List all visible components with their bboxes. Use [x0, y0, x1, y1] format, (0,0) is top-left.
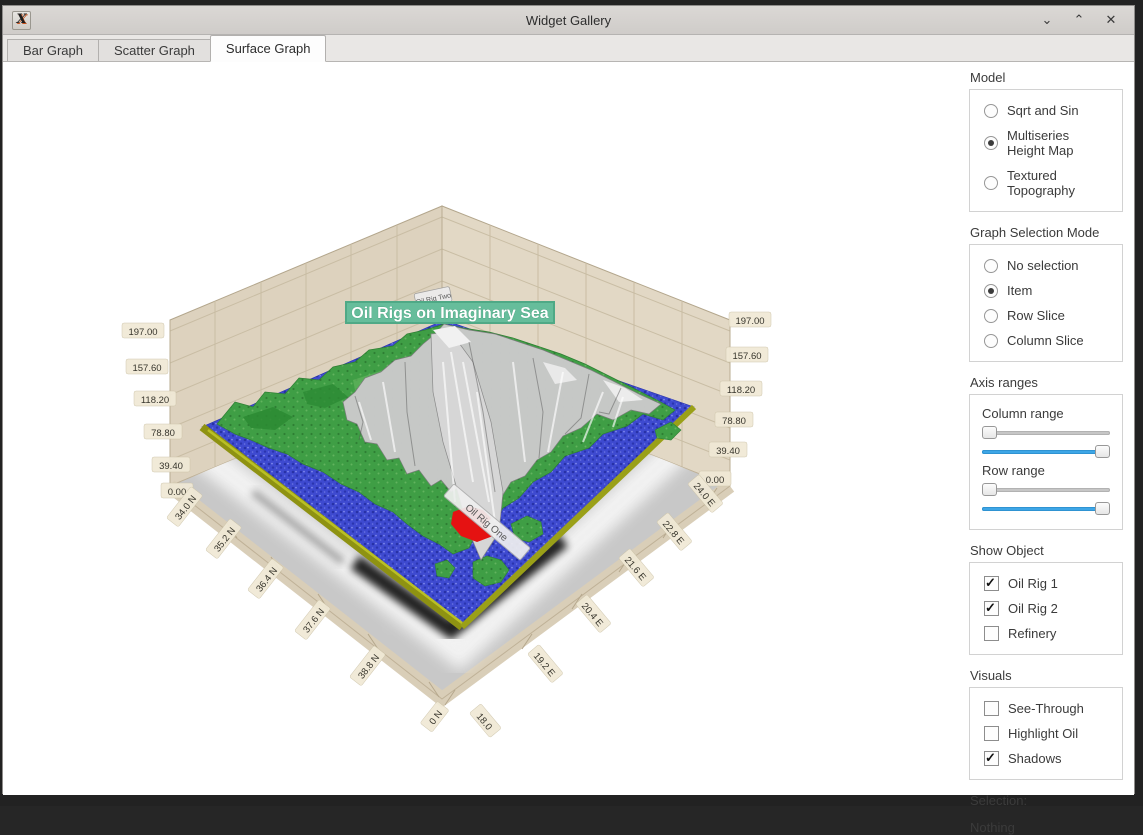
show-object-group: Oil Rig 1 Oil Rig 2 Refinery [969, 562, 1123, 655]
radio-icon[interactable] [984, 104, 998, 118]
column-range-label: Column range [982, 406, 1112, 421]
tab-bar-graph[interactable]: Bar Graph [7, 39, 99, 61]
radio-item[interactable]: Item [984, 283, 1112, 298]
slider-track-filled[interactable] [982, 450, 1110, 454]
column-range-max-slider[interactable] [982, 444, 1110, 459]
model-group: Sqrt and Sin Multiseries Height Map Text… [969, 89, 1123, 212]
height-tick: 78.80 [722, 416, 746, 427]
selection-mode-group: No selection Item Row Slice Column Slice [969, 244, 1123, 362]
row-range-min-slider[interactable] [982, 482, 1110, 497]
height-tick: 197.00 [735, 316, 764, 327]
tab-bar: Bar Graph Scatter Graph Surface Graph [3, 35, 1134, 62]
model-section-title: Model [970, 70, 1123, 85]
checkbox-see-through[interactable]: See-Through [984, 701, 1112, 716]
checkbox-icon-checked[interactable] [984, 576, 999, 591]
height-tick: 0.00 [706, 475, 725, 486]
height-tick: 197.00 [128, 327, 157, 338]
axis-ranges-section-title: Axis ranges [970, 375, 1123, 390]
checkbox-icon-checked[interactable] [984, 601, 999, 616]
checkbox-shadows[interactable]: Shadows [984, 751, 1112, 766]
height-tick: 157.60 [732, 351, 761, 362]
height-tick: 78.80 [151, 428, 175, 439]
slider-handle[interactable] [982, 483, 997, 496]
title-bar[interactable]: X Widget Gallery ⌄ ⌃ ✕ [3, 6, 1134, 35]
axis-ranges-group: Column range Row range [969, 394, 1123, 530]
radio-column-slice[interactable]: Column Slice [984, 333, 1112, 348]
show-object-section-title: Show Object [970, 543, 1123, 558]
checkbox-oil-rig-2[interactable]: Oil Rig 2 [984, 601, 1112, 616]
radio-no-selection[interactable]: No selection [984, 258, 1112, 273]
close-button[interactable]: ✕ [1100, 9, 1122, 31]
checkbox-icon[interactable] [984, 726, 999, 741]
application-window: X Widget Gallery ⌄ ⌃ ✕ Bar Graph Scatter… [3, 6, 1134, 793]
selection-mode-section-title: Graph Selection Mode [970, 225, 1123, 240]
radio-row-slice[interactable]: Row Slice [984, 308, 1112, 323]
height-tick: 118.20 [141, 395, 169, 406]
chart-title-banner: Oil Rigs on Imaginary Sea [346, 302, 554, 323]
chart-title: Oil Rigs on Imaginary Sea [351, 305, 548, 322]
row-range-max-slider[interactable] [982, 501, 1110, 516]
minimize-button[interactable]: ⌄ [1036, 9, 1058, 31]
radio-textured-topography[interactable]: Textured Topography [984, 168, 1112, 198]
radio-icon[interactable] [984, 309, 998, 323]
maximize-button[interactable]: ⌃ [1068, 9, 1090, 31]
slider-track-filled[interactable] [982, 507, 1110, 511]
radio-icon-checked[interactable] [984, 284, 998, 298]
slider-track[interactable] [982, 488, 1110, 492]
height-tick: 157.60 [132, 363, 161, 374]
visuals-group: See-Through Highlight Oil Shadows [969, 687, 1123, 780]
slider-handle[interactable] [1095, 445, 1110, 458]
radio-sqrt-and-sin[interactable]: Sqrt and Sin [984, 103, 1112, 118]
column-range-min-slider[interactable] [982, 425, 1110, 440]
radio-icon[interactable] [984, 334, 998, 348]
selection-value: Nothing [970, 820, 1123, 835]
window-title: Widget Gallery [3, 13, 1134, 28]
control-panel: Model Sqrt and Sin Multiseries Height Ma… [969, 70, 1123, 835]
surface-3d-chart[interactable]: Oil Rig Two Oil Rigs on Imaginary Sea Oi… [3, 62, 963, 795]
tab-scatter-graph[interactable]: Scatter Graph [98, 39, 211, 61]
slider-handle[interactable] [1095, 502, 1110, 515]
window-frame: X Widget Gallery ⌄ ⌃ ✕ Bar Graph Scatter… [0, 0, 1143, 806]
checkbox-icon[interactable] [984, 701, 999, 716]
radio-multiseries-height-map[interactable]: Multiseries Height Map [984, 128, 1112, 158]
slider-track[interactable] [982, 431, 1110, 435]
checkbox-refinery[interactable]: Refinery [984, 626, 1112, 641]
checkbox-highlight-oil[interactable]: Highlight Oil [984, 726, 1112, 741]
height-tick: 39.40 [159, 461, 183, 472]
radio-icon-checked[interactable] [984, 136, 998, 150]
slider-handle[interactable] [982, 426, 997, 439]
radio-icon[interactable] [984, 176, 998, 190]
row-range-label: Row range [982, 463, 1112, 478]
checkbox-icon[interactable] [984, 626, 999, 641]
tab-surface-graph[interactable]: Surface Graph [210, 35, 327, 62]
visuals-section-title: Visuals [970, 668, 1123, 683]
height-tick: 118.20 [727, 385, 755, 396]
checkbox-oil-rig-1[interactable]: Oil Rig 1 [984, 576, 1112, 591]
height-tick: 39.40 [716, 446, 740, 457]
radio-icon[interactable] [984, 259, 998, 273]
surface-graph-page: Oil Rig Two Oil Rigs on Imaginary Sea Oi… [3, 62, 1134, 795]
checkbox-icon-checked[interactable] [984, 751, 999, 766]
